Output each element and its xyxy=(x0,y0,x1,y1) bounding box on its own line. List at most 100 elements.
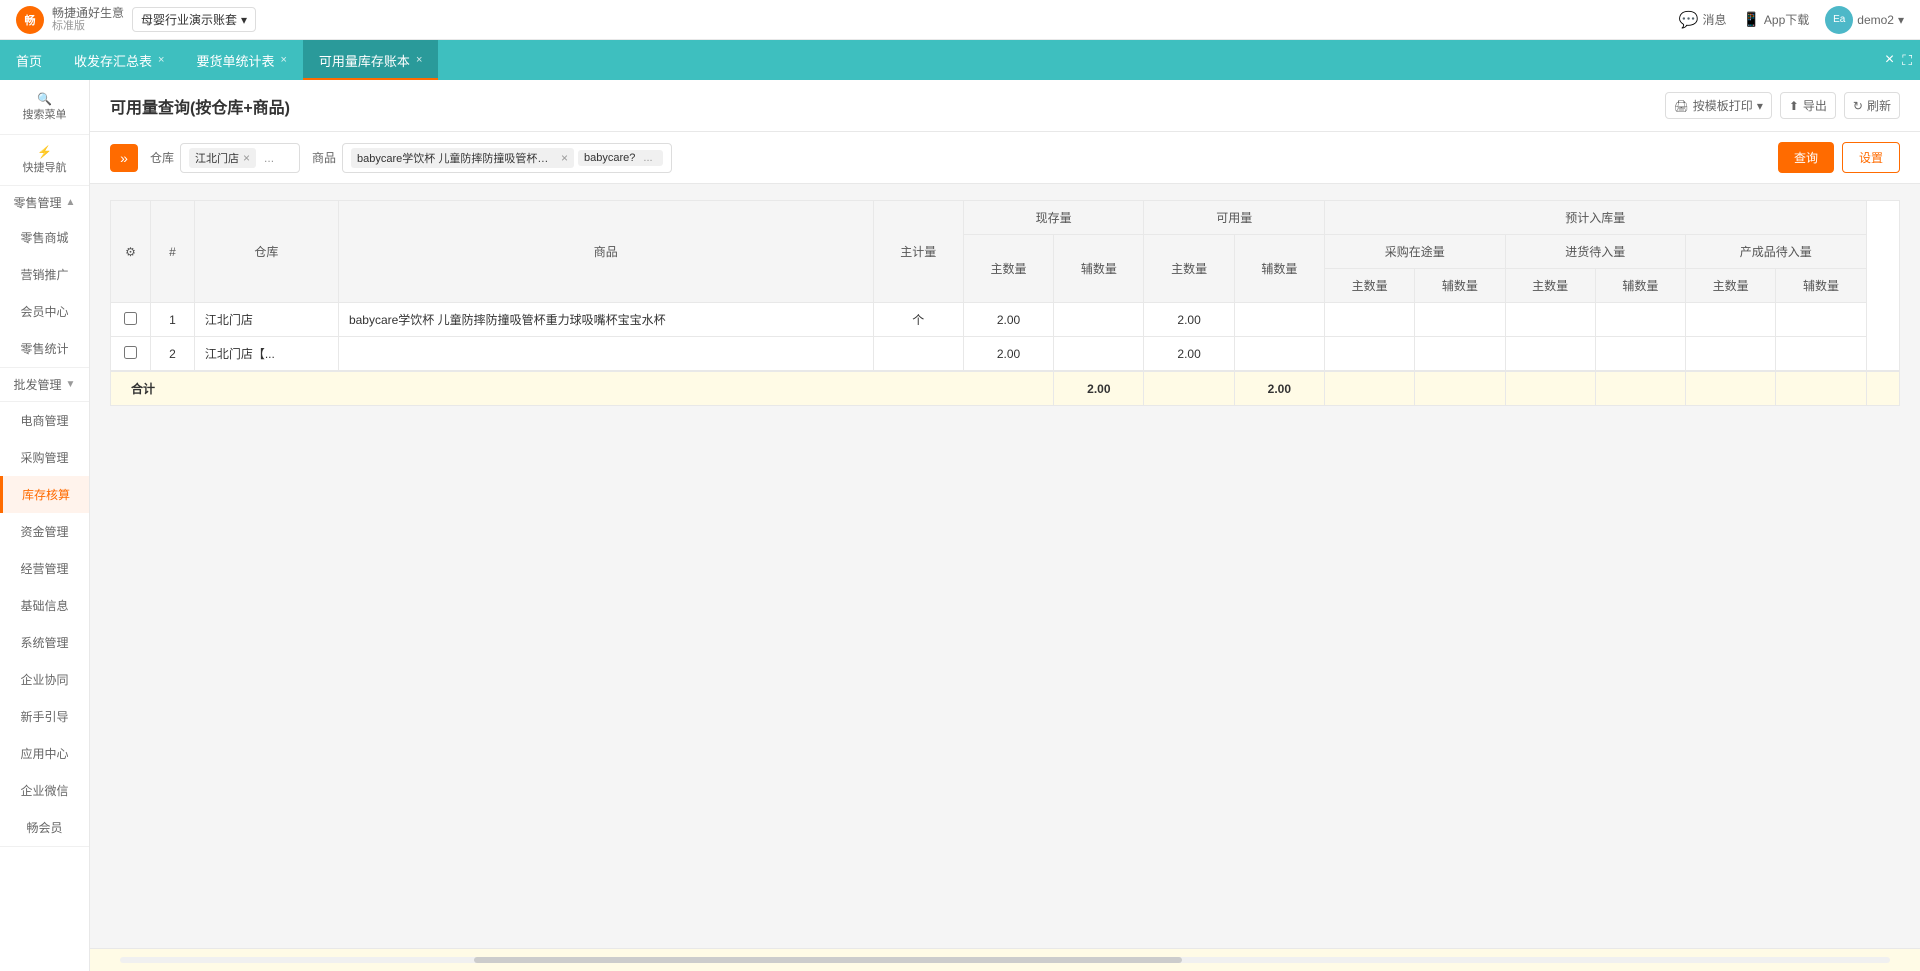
th-production-main: 主数量 xyxy=(1686,269,1776,303)
sidebar-item-basic[interactable]: 基础信息 xyxy=(0,587,89,624)
tab-order[interactable]: 要货单统计表 × xyxy=(180,40,302,80)
query-btn[interactable]: 查询 xyxy=(1778,142,1834,173)
sidebar-item-label: 电商管理 xyxy=(20,412,68,429)
td-production-main xyxy=(1686,337,1776,372)
phone-icon: 📱 xyxy=(1742,11,1759,28)
chevron-down-icon-wholesale: ▼ xyxy=(66,379,76,390)
th-avail-main: 主数量 xyxy=(1144,235,1234,303)
export-btn[interactable]: ⬆ 导出 xyxy=(1780,92,1836,119)
td-main-unit xyxy=(873,337,963,372)
td-purchase-aux xyxy=(1415,337,1505,372)
td-incoming-main xyxy=(1505,337,1595,372)
td-avail-main: 2.00 xyxy=(1144,303,1234,337)
close-window-btn[interactable]: × xyxy=(1885,51,1894,69)
sidebar-item-newbie[interactable]: 新手引导 xyxy=(0,698,89,735)
td-production-main xyxy=(1686,303,1776,337)
sidebar-item-appstore[interactable]: 应用中心 xyxy=(0,735,89,772)
tab-receipt[interactable]: 收发存汇总表 × xyxy=(58,40,180,80)
summary-stock-main: 2.00 xyxy=(1054,371,1144,406)
warehouse-more[interactable]: ... xyxy=(260,151,278,165)
sidebar-item-member[interactable]: 会员中心 xyxy=(0,293,89,330)
table-row: 2 江北门店【... 2.00 2.00 xyxy=(111,337,1900,372)
summary-production-aux xyxy=(1866,371,1899,406)
warehouse-label: 仓库 xyxy=(150,149,174,166)
product-tag-1-remove[interactable]: × xyxy=(561,151,568,165)
sidebar-item-collab[interactable]: 企业协同 xyxy=(0,661,89,698)
td-production-aux xyxy=(1776,303,1866,337)
filter-expand-btn[interactable]: » xyxy=(110,144,138,172)
sidebar-item-retail[interactable]: 零售管理 ▲ xyxy=(0,186,89,219)
td-avail-aux xyxy=(1234,303,1324,337)
sidebar-item-ecom[interactable]: 电商管理 xyxy=(0,402,89,439)
warehouse-input[interactable]: 江北门店 × ... xyxy=(180,143,300,173)
message-icon: 💬 xyxy=(1679,10,1699,30)
th-production-aux: 辅数量 xyxy=(1776,269,1866,303)
td-check[interactable] xyxy=(111,337,151,372)
refresh-btn[interactable]: ↻ 刷新 xyxy=(1844,92,1900,119)
tab-order-close[interactable]: × xyxy=(280,54,286,66)
th-planned-in: 预计入库量 xyxy=(1324,201,1866,235)
app-download-btn[interactable]: 📱 App下载 xyxy=(1742,11,1809,28)
th-production-group: 产成品待入量 xyxy=(1686,235,1867,269)
warehouse-tag-remove[interactable]: × xyxy=(243,151,250,165)
sidebar-item-label: 企业协同 xyxy=(20,671,68,688)
sidebar-item-label: 系统管理 xyxy=(20,634,68,651)
settings-btn[interactable]: 设置 xyxy=(1842,142,1900,173)
sidebar-item-wholesale[interactable]: 批发管理 ▼ xyxy=(0,368,89,401)
search-menu-btn[interactable]: 🔍 搜索菜单 xyxy=(8,88,81,126)
product-input[interactable]: babycare学饮杯 儿童防摔防撞吸管杯重力球吸嘴杯宝宝水杯 × babyca… xyxy=(342,143,672,173)
gear-icon[interactable]: ⚙ xyxy=(125,245,136,259)
sidebar-item-marketing[interactable]: 营销推广 xyxy=(0,256,89,293)
horizontal-scrollbar[interactable] xyxy=(120,957,1890,963)
user-menu[interactable]: Ea demo2 ▾ xyxy=(1825,6,1904,34)
sidebar-item-retail-mall[interactable]: 零售商城 xyxy=(0,219,89,256)
th-gear: ⚙ xyxy=(111,201,151,303)
inventory-table: ⚙ # 仓库 商品 主计量 现存量 可用量 预计入库量 主数量 辅数量 主数量 xyxy=(110,200,1900,406)
export-icon: ⬆ xyxy=(1789,99,1799,113)
sidebar-item-label: 零售管理 xyxy=(14,194,62,211)
sidebar-item-retail-stat[interactable]: 零售统计 xyxy=(0,330,89,367)
sidebar-item-label: 营销推广 xyxy=(20,266,68,283)
sidebar-item-label: 企业微信 xyxy=(20,782,68,799)
sidebar-item-finance[interactable]: 资金管理 xyxy=(0,513,89,550)
tab-inventory-close[interactable]: × xyxy=(416,54,422,66)
topbar-right: 💬 消息 📱 App下载 Ea demo2 ▾ xyxy=(1679,6,1904,34)
quick-nav-btn[interactable]: ⚡ 快捷导航 xyxy=(0,139,89,181)
td-avail-aux xyxy=(1234,337,1324,372)
chevron-up-icon: ▲ xyxy=(66,197,76,208)
tab-receipt-close[interactable]: × xyxy=(158,54,164,66)
td-production-aux xyxy=(1776,337,1866,372)
message-btn[interactable]: 💬 消息 xyxy=(1679,10,1727,30)
th-warehouse: 仓库 xyxy=(194,201,338,303)
tab-home[interactable]: 首页 xyxy=(0,40,58,80)
td-incoming-aux xyxy=(1595,337,1685,372)
sidebar-item-label: 应用中心 xyxy=(20,745,68,762)
sidebar-item-system[interactable]: 系统管理 xyxy=(0,624,89,661)
td-main-unit: 个 xyxy=(873,303,963,337)
scrollbar-thumb[interactable] xyxy=(474,957,1182,963)
sidebar-item-inventory-mgmt[interactable]: 库存核算 xyxy=(0,476,89,513)
sidebar-item-wechat[interactable]: 企业微信 xyxy=(0,772,89,809)
summary-avail-aux xyxy=(1324,371,1414,406)
account-dropdown[interactable]: 母婴行业演示账套 ▾ xyxy=(132,7,256,32)
td-warehouse: 江北门店【... xyxy=(194,337,338,372)
sidebar-item-label: 会员中心 xyxy=(20,303,68,320)
sidebar-retail-section: 零售管理 ▲ 零售商城 营销推广 会员中心 零售统计 xyxy=(0,186,89,368)
summary-row: 合计 2.00 2.00 xyxy=(111,371,1900,406)
sidebar-item-ops[interactable]: 经营管理 xyxy=(0,550,89,587)
sidebar-item-purchase[interactable]: 采购管理 xyxy=(0,439,89,476)
td-incoming-main xyxy=(1505,303,1595,337)
app-subtitle: 标准版 xyxy=(52,20,124,33)
summary-stock-aux xyxy=(1144,371,1234,406)
expand-btn[interactable]: ⛶ xyxy=(1902,52,1912,69)
quick-nav-section: ⚡ 快捷导航 xyxy=(0,135,89,186)
td-stock-aux xyxy=(1054,303,1144,337)
print-btn[interactable]: 🖨 按模板打印 ▾ xyxy=(1665,92,1772,119)
sidebar-item-vip[interactable]: 畅会员 xyxy=(0,809,89,846)
td-check[interactable] xyxy=(111,303,151,337)
td-product xyxy=(338,337,873,372)
sidebar-item-label: 采购管理 xyxy=(20,449,68,466)
product-tag-1: babycare学饮杯 儿童防摔防撞吸管杯重力球吸嘴杯宝宝水杯 × xyxy=(351,148,574,168)
summary-production-main xyxy=(1776,371,1866,406)
tab-inventory[interactable]: 可用量库存账本 × xyxy=(303,40,438,80)
